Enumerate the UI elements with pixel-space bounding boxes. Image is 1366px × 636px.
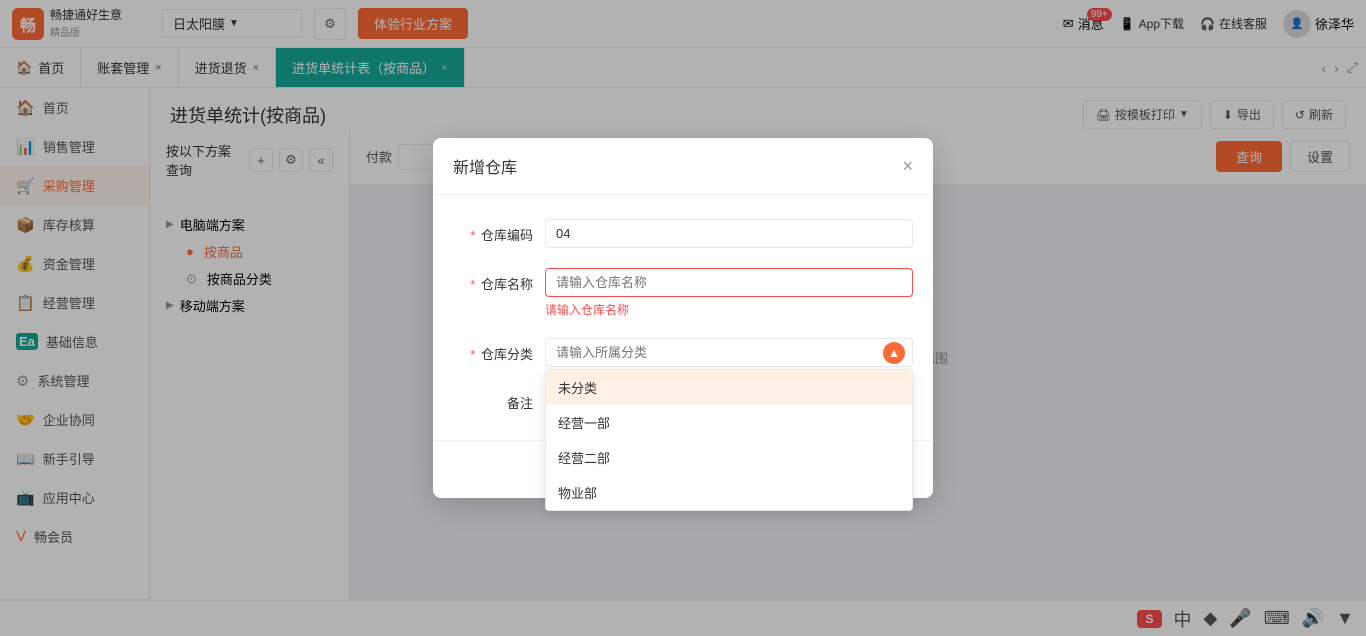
- name-control: 请输入仓库名称: [545, 268, 913, 318]
- form-row-category: * 仓库分类 ▲ 未分类 经营一部 经营二部 物业部: [453, 338, 913, 367]
- option-uncategorized[interactable]: 未分类: [546, 370, 912, 405]
- name-error-msg: 请输入仓库名称: [545, 301, 913, 318]
- modal-overlay: 新增仓库 × * 仓库编码 * 仓库名称: [0, 0, 1366, 636]
- category-input[interactable]: [545, 338, 913, 367]
- option-dept1[interactable]: 经营一部: [546, 405, 912, 440]
- code-label: * 仓库编码: [453, 219, 533, 244]
- code-control: [545, 219, 913, 248]
- form-row-name: * 仓库名称 请输入仓库名称: [453, 268, 913, 318]
- category-label: * 仓库分类: [453, 338, 533, 363]
- option-property[interactable]: 物业部: [546, 475, 912, 510]
- modal-body: * 仓库编码 * 仓库名称 请输入仓库名称: [433, 195, 933, 440]
- modal-header: 新增仓库 ×: [433, 138, 933, 195]
- form-row-code: * 仓库编码: [453, 219, 913, 248]
- modal-title: 新增仓库: [453, 154, 517, 178]
- combo-toggle-button[interactable]: ▲: [883, 342, 905, 364]
- combo-wrapper: ▲ 未分类 经营一部 经营二部 物业部: [545, 338, 913, 367]
- chevron-up-icon: ▲: [888, 346, 900, 360]
- modal-close-button[interactable]: ×: [902, 157, 913, 175]
- option-dept2[interactable]: 经营二部: [546, 440, 912, 475]
- code-input[interactable]: [545, 219, 913, 248]
- name-input[interactable]: [545, 268, 913, 297]
- modal-new-warehouse: 新增仓库 × * 仓库编码 * 仓库名称: [433, 138, 933, 498]
- name-label: * 仓库名称: [453, 268, 533, 293]
- category-control: ▲ 未分类 经营一部 经营二部 物业部: [545, 338, 913, 367]
- category-dropdown: 未分类 经营一部 经营二部 物业部: [545, 369, 913, 511]
- remark-label: 备注: [453, 387, 533, 412]
